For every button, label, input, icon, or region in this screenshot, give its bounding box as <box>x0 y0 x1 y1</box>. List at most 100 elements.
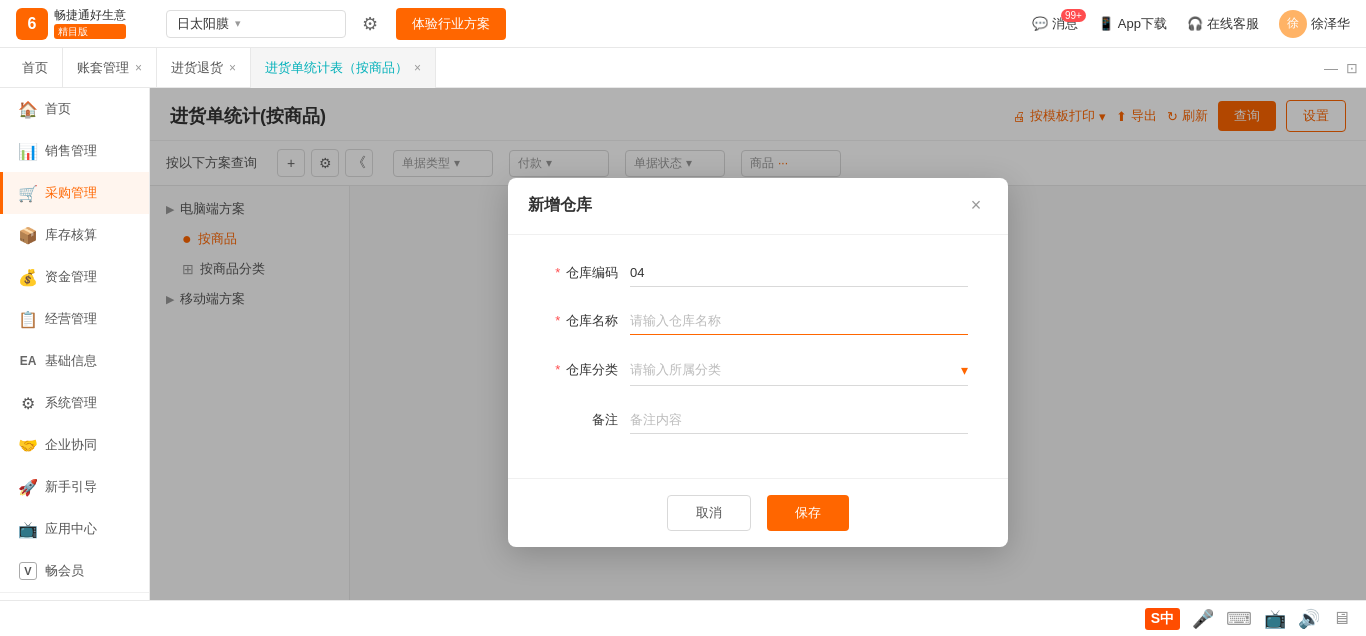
warehouse-note-row: 备注 <box>548 406 968 434</box>
sidebar-item-guide[interactable]: 🚀 新手引导 <box>0 466 149 508</box>
warehouse-note-input[interactable] <box>630 406 968 434</box>
store-name: 日太阳膜 <box>177 15 229 33</box>
system-icon: ⚙ <box>19 394 37 412</box>
shuang-logo: S中 <box>1145 608 1180 630</box>
message-badge: 99+ <box>1061 9 1086 22</box>
sidebar-operations-label: 经营管理 <box>45 310 97 328</box>
add-warehouse-modal: 新增仓库 × * 仓库编码 <box>508 178 1008 547</box>
warehouse-category-select[interactable]: 请输入所属分类 ▾ <box>630 355 968 386</box>
tab-minimize-icon[interactable]: — <box>1324 60 1338 76</box>
purchase-stats-label: 进货单统计表（按商品） <box>265 59 408 77</box>
tab-bar-actions: — ⊡ <box>1324 60 1358 76</box>
tab-purchase-return[interactable]: 进货退货 × <box>157 48 251 88</box>
user-avatar[interactable]: 徐 徐泽华 <box>1279 10 1350 38</box>
account-management-label: 账套管理 <box>77 59 129 77</box>
sidebar-item-membership[interactable]: V 畅会员 <box>0 550 149 592</box>
category-dropdown-arrow: ▾ <box>961 362 968 378</box>
membership-icon: V <box>19 562 37 580</box>
sales-icon: 📊 <box>19 142 37 160</box>
avatar-initials: 徐 <box>1287 15 1299 32</box>
sidebar-item-sales[interactable]: 📊 销售管理 <box>0 130 149 172</box>
warehouse-name-label: * 仓库名称 <box>548 312 618 330</box>
sidebar-item-app-center[interactable]: 📺 应用中心 <box>0 508 149 550</box>
microphone-icon[interactable]: 🎤 <box>1192 608 1214 630</box>
sidebar: 🏠 首页 📊 销售管理 🛒 采购管理 📦 库存核算 💰 资金管理 📋 经营管理 … <box>0 88 150 636</box>
sidebar-membership-label: 畅会员 <box>45 562 84 580</box>
sidebar-guide-label: 新手引导 <box>45 478 97 496</box>
sidebar-sales-label: 销售管理 <box>45 142 97 160</box>
app-download-button[interactable]: 📱 App下载 <box>1098 15 1167 33</box>
headset-icon: 🎧 <box>1187 16 1203 31</box>
warehouse-note-label: 备注 <box>548 411 618 429</box>
tab-home[interactable]: 首页 <box>8 48 63 88</box>
sidebar-item-home[interactable]: 🏠 首页 <box>0 88 149 130</box>
tab-close-purchase-stats[interactable]: × <box>414 61 421 75</box>
guide-icon: 🚀 <box>19 478 37 496</box>
sidebar-item-system[interactable]: ⚙ 系统管理 <box>0 382 149 424</box>
warehouse-name-row: * 仓库名称 <box>548 307 968 335</box>
sidebar-item-finance[interactable]: 💰 资金管理 <box>0 256 149 298</box>
settings-icon[interactable]: ⚙ <box>354 8 386 40</box>
tab-purchase-stats[interactable]: 进货单统计表（按商品） × <box>251 48 436 88</box>
sidebar-item-purchase[interactable]: 🛒 采购管理 <box>0 172 149 214</box>
cancel-button[interactable]: 取消 <box>667 495 751 531</box>
store-selector[interactable]: 日太阳膜 ▾ <box>166 10 346 38</box>
modal-overlay: 新增仓库 × * 仓库编码 <box>150 88 1366 636</box>
modal-footer: 取消 保存 <box>508 478 1008 547</box>
main-layout: 🏠 首页 📊 销售管理 🛒 采购管理 📦 库存核算 💰 资金管理 📋 经营管理 … <box>0 88 1366 636</box>
display-icon[interactable]: 📺 <box>1264 608 1286 630</box>
finance-icon: 💰 <box>19 268 37 286</box>
required-star-name: * <box>555 313 560 328</box>
sidebar-item-operations[interactable]: 📋 经营管理 <box>0 298 149 340</box>
content-area: 进货单统计(按商品) 🖨 按模板打印 ▾ ⬆ 导出 ↻ 刷新 查询 设置 <box>150 88 1366 636</box>
messages-button[interactable]: 💬 消息 99+ <box>1032 15 1078 33</box>
operations-icon: 📋 <box>19 310 37 328</box>
purchase-return-label: 进货退货 <box>171 59 223 77</box>
username-label: 徐泽华 <box>1311 15 1350 33</box>
tab-close-account[interactable]: × <box>135 61 142 75</box>
modal-close-button[interactable]: × <box>964 194 988 218</box>
warehouse-category-placeholder: 请输入所属分类 <box>630 361 961 379</box>
modal-body: * 仓库编码 * 仓库名称 <box>508 235 1008 478</box>
avatar: 徐 <box>1279 10 1307 38</box>
purchase-icon: 🛒 <box>19 184 37 202</box>
volume-icon[interactable]: 🔊 <box>1298 608 1320 630</box>
logo-area: 6 畅捷通好生意 精目版 <box>16 8 166 40</box>
sidebar-home-label: 首页 <box>45 100 71 118</box>
app-center-icon: 📺 <box>19 520 37 538</box>
store-dropdown-arrow: ▾ <box>235 17 241 30</box>
sidebar-system-label: 系统管理 <box>45 394 97 412</box>
modal-header: 新增仓库 × <box>508 178 1008 235</box>
tab-maximize-icon[interactable]: ⊡ <box>1346 60 1358 76</box>
monitor-icon[interactable]: 🖥 <box>1332 608 1350 629</box>
sidebar-enterprise-label: 企业协同 <box>45 436 97 454</box>
sidebar-item-inventory[interactable]: 📦 库存核算 <box>0 214 149 256</box>
modal-title: 新增仓库 <box>528 195 592 216</box>
try-industry-button[interactable]: 体验行业方案 <box>396 8 506 40</box>
save-button[interactable]: 保存 <box>767 495 849 531</box>
sidebar-purchase-label: 采购管理 <box>45 184 97 202</box>
sidebar-basic-info-label: 基础信息 <box>45 352 97 370</box>
basic-info-icon: EA <box>19 352 37 370</box>
tab-account-management[interactable]: 账套管理 × <box>63 48 157 88</box>
sidebar-inventory-label: 库存核算 <box>45 226 97 244</box>
tab-close-purchase-return[interactable]: × <box>229 61 236 75</box>
logo-icon: 6 <box>16 8 48 40</box>
warehouse-name-input[interactable] <box>630 307 968 335</box>
required-star-cat: * <box>555 362 560 377</box>
sidebar-item-enterprise[interactable]: 🤝 企业协同 <box>0 424 149 466</box>
header-right: 💬 消息 99+ 📱 App下载 🎧 在线客服 徐 徐泽华 <box>1032 10 1350 38</box>
sidebar-finance-label: 资金管理 <box>45 268 97 286</box>
home-tab-label: 首页 <box>22 59 48 77</box>
keyboard-icon[interactable]: ⌨ <box>1226 608 1252 630</box>
logo-text: 畅捷通好生意 精目版 <box>54 8 126 39</box>
warehouse-category-label: * 仓库分类 <box>548 361 618 379</box>
sidebar-item-basic-info[interactable]: EA 基础信息 <box>0 340 149 382</box>
warehouse-code-input[interactable] <box>630 259 968 287</box>
top-header: 6 畅捷通好生意 精目版 日太阳膜 ▾ ⚙ 体验行业方案 💬 消息 99+ 📱 … <box>0 0 1366 48</box>
required-star-code: * <box>555 265 560 280</box>
status-bar: S中 🎤 ⌨ 📺 🔊 🖥 <box>0 600 1366 636</box>
sidebar-app-center-label: 应用中心 <box>45 520 97 538</box>
online-service-button[interactable]: 🎧 在线客服 <box>1187 15 1259 33</box>
tab-bar: 首页 账套管理 × 进货退货 × 进货单统计表（按商品） × — ⊡ <box>0 48 1366 88</box>
